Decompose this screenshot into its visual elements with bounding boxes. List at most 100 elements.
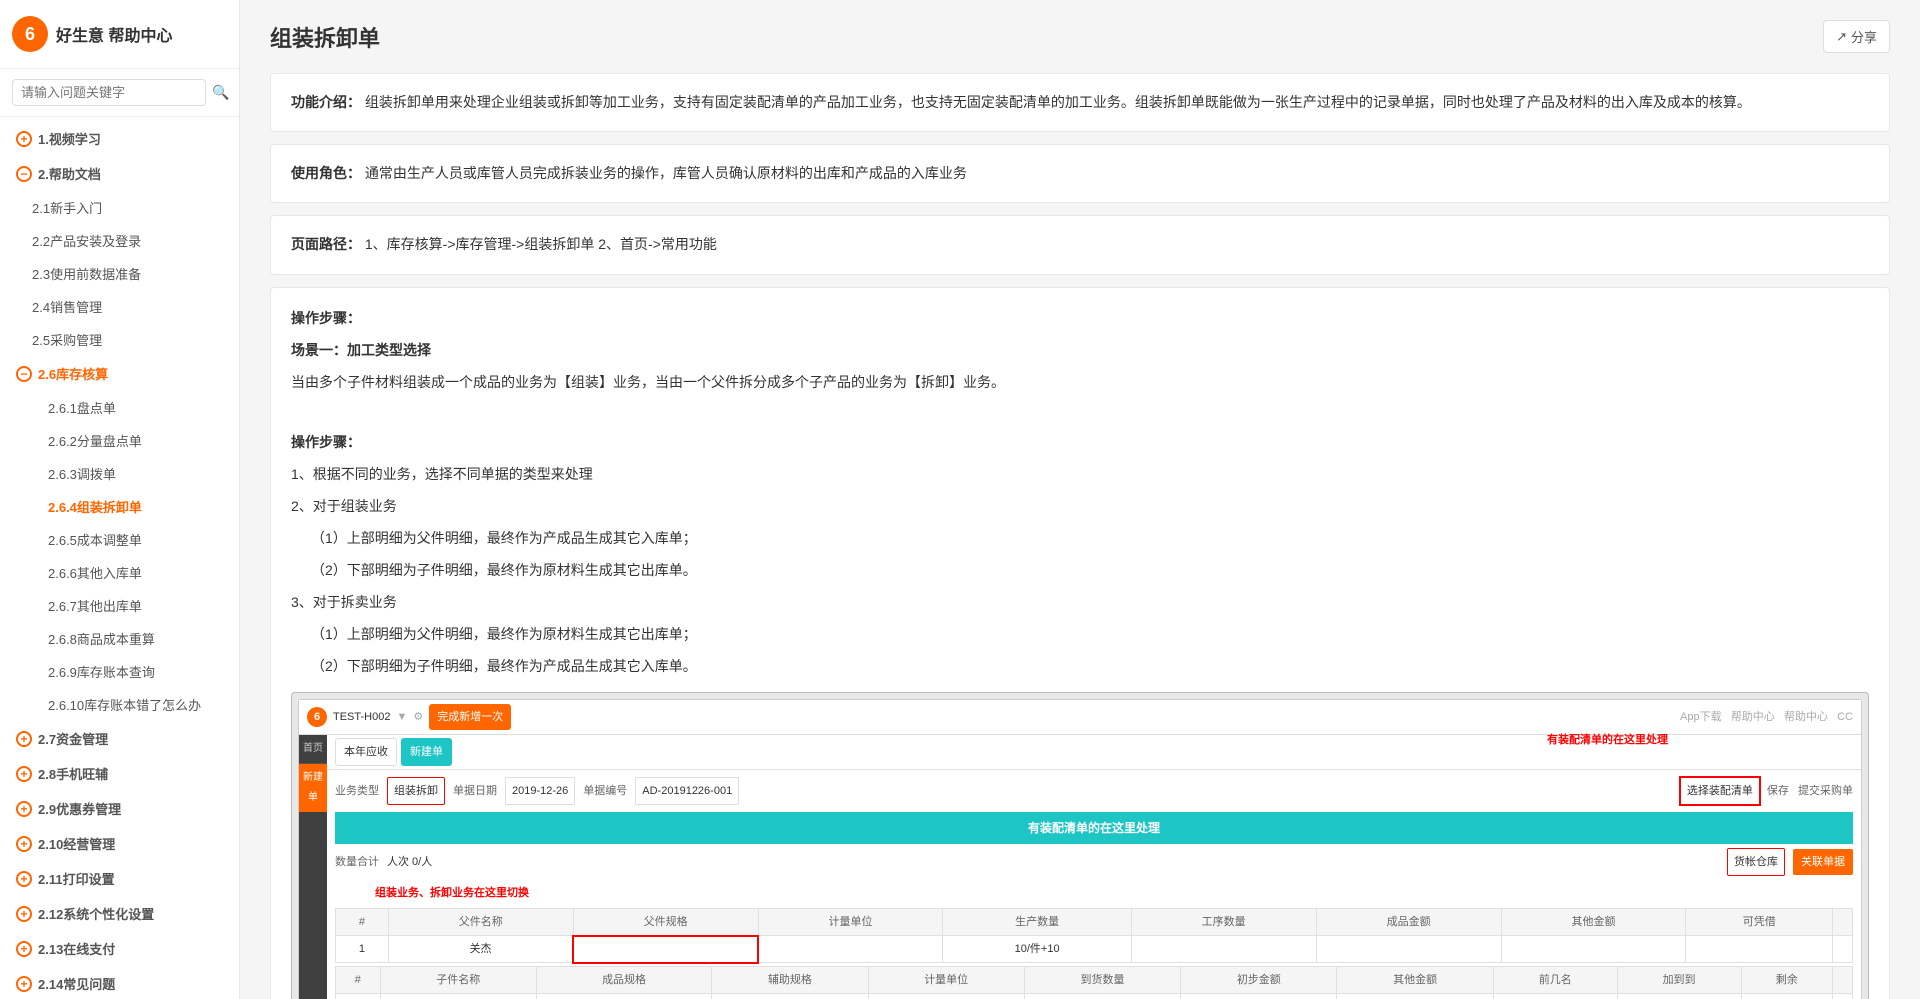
plus-icon-2-8 bbox=[16, 766, 32, 782]
mock-layout: 首页 新建单 本年应收 新建单 bbox=[299, 735, 1861, 999]
sidebar-item-2-6-10[interactable]: 2.6.10库存账本错了怎么办 bbox=[0, 688, 239, 721]
mock-th-qty: 生产数量 bbox=[943, 908, 1131, 936]
mock-date-val: 2019-12-26 bbox=[505, 777, 575, 805]
logo-area: 6 好生意 帮助中心 bbox=[0, 0, 239, 69]
sidebar-item-2-6-7[interactable]: 2.6.7其他出库单 bbox=[0, 589, 239, 622]
sidebar-label-2-12: 2.12系统个性化设置 bbox=[38, 904, 154, 923]
share-icon: ↗ bbox=[1836, 29, 1847, 45]
plus-icon-2-14 bbox=[16, 976, 32, 992]
mock-td-1-amt bbox=[1316, 936, 1501, 963]
sidebar-item-2-9[interactable]: 2.9优惠券管理 bbox=[0, 791, 239, 826]
sidebar-label-2: 2.帮助文档 bbox=[38, 164, 101, 183]
sidebar-label-2-9: 2.9优惠券管理 bbox=[38, 799, 121, 818]
mock-th-other: 其他金额 bbox=[1501, 908, 1686, 936]
step1: 1、根据不同的业务，选择不同单据的类型来处理 bbox=[291, 460, 1869, 488]
search-box: 🔍 bbox=[0, 69, 239, 117]
role-text: 通常由生产人员或库管人员完成拆装业务的操作，库管人员确认原材料的出库和产成品的入… bbox=[365, 165, 967, 181]
mock-td-1-other bbox=[1501, 936, 1686, 963]
plus-icon-1 bbox=[16, 131, 32, 147]
mock-anno-area: 组装业务、拆卸业务在这里切换 bbox=[335, 882, 1853, 904]
sidebar-item-2-6-5[interactable]: 2.6.5成本调整单 bbox=[0, 523, 239, 556]
mock-td-1-proc bbox=[1131, 936, 1316, 963]
sidebar-item-2-6[interactable]: 2.6库存核算 bbox=[0, 356, 239, 391]
mock-table-lower: # 子件名称 成品规格 辅助规格 计量单位 到货数量 初步金额 其他金额 前几名 bbox=[335, 966, 1853, 999]
sidebar-item-2-6-6[interactable]: 2.6.6其他入库单 bbox=[0, 556, 239, 589]
sidebar-item-2-6-4[interactable]: 2.6.4组装拆卸单 bbox=[0, 490, 239, 523]
sidebar-item-2-13[interactable]: 2.13在线支付 bbox=[0, 931, 239, 966]
sidebar-item-2-3[interactable]: 2.3使用前数据准备 bbox=[0, 257, 239, 290]
sidebar-item-2-12[interactable]: 2.12系统个性化设置 bbox=[0, 896, 239, 931]
mock-form-row2: 数量合计 人次 0/人 货帐仓库 关联单据 bbox=[335, 848, 1853, 876]
page-header: 组装拆卸单 ↗ 分享 bbox=[270, 20, 1890, 53]
mock-table-upper: # 父件名称 父件规格 计量单位 生产数量 工序数量 成品金额 其他金额 可凭借 bbox=[335, 908, 1853, 964]
sidebar-label-2-14: 2.14常见问题 bbox=[38, 974, 115, 993]
plus-icon-2-12 bbox=[16, 906, 32, 922]
sidebar-item-2-14[interactable]: 2.14常见问题 bbox=[0, 966, 239, 999]
sidebar-item-2-8[interactable]: 2.8手机旺辅 bbox=[0, 756, 239, 791]
step2-2: （2）下部明细为子件明细，最终作为原材料生成其它出库单。 bbox=[291, 556, 1869, 584]
plus-icon-2-11 bbox=[16, 871, 32, 887]
scene1-title: 场景一：加工类型选择 bbox=[291, 342, 431, 358]
mock-extra-btn: 保存 提交采购单 bbox=[1767, 780, 1853, 802]
sidebar-item-2-6-8[interactable]: 2.6.8商品成本重算 bbox=[0, 622, 239, 655]
mock-company-id: TEST-H002 bbox=[333, 706, 390, 728]
sidebar-item-2-10[interactable]: 2.10经营管理 bbox=[0, 826, 239, 861]
mock-window: 6 TEST-H002 ▼ ⚙ 完成新增一次 App下载 帮助中心 帮助中心 C… bbox=[298, 699, 1862, 999]
mock-type-input[interactable]: 组装拆卸 bbox=[387, 777, 445, 805]
mock-form-row1: 业务类型 组装拆卸 单据日期 2019-12-26 单据编号 AD-201912… bbox=[335, 776, 1853, 806]
role-card: 使用角色： 通常由生产人员或库管人员完成拆装业务的操作，库管人员确认原材料的出库… bbox=[270, 144, 1890, 203]
mock-tab-add[interactable]: 本年应收 bbox=[335, 738, 397, 766]
sidebar-item-2-5[interactable]: 2.5采购管理 bbox=[0, 323, 239, 356]
mock-confirm-btn[interactable]: 关联单据 bbox=[1793, 849, 1853, 875]
sidebar-item-2[interactable]: 2.帮助文档 bbox=[0, 156, 239, 191]
share-button[interactable]: ↗ 分享 bbox=[1823, 20, 1890, 53]
sidebar-item-2-2[interactable]: 2.2产品安装及登录 bbox=[0, 224, 239, 257]
sidebar-label-2-11: 2.11打印设置 bbox=[38, 869, 115, 888]
minus-icon-2 bbox=[16, 166, 32, 182]
mock-label-date: 单据日期 bbox=[453, 780, 497, 802]
mock-td-1-num: 1 bbox=[336, 936, 389, 963]
path-text: 1、库存核算->库存管理->组装拆卸单 2、首页->常用功能 bbox=[365, 236, 717, 252]
sidebar-item-2-6-3[interactable]: 2.6.3调拨单 bbox=[0, 457, 239, 490]
sidebar-item-2-6-9[interactable]: 2.6.9库存账本查询 bbox=[0, 655, 239, 688]
mock-th-spec: 父件规格 bbox=[573, 908, 758, 936]
mock-label-count: 数量合计 bbox=[335, 851, 379, 873]
search-input[interactable] bbox=[12, 79, 206, 106]
step3-2: （2）下部明细为子件明细，最终作为产成品生成其它入库单。 bbox=[291, 652, 1869, 680]
sidebar-item-2-11[interactable]: 2.11打印设置 bbox=[0, 861, 239, 896]
sidebar-item-2-1[interactable]: 2.1新手入门 bbox=[0, 191, 239, 224]
sidebar-item-2-7[interactable]: 2.7资金管理 bbox=[0, 721, 239, 756]
mock-warehouse-input[interactable]: 货帐仓库 bbox=[1727, 848, 1785, 876]
path-label: 页面路径： bbox=[291, 236, 361, 252]
logo-text: 好生意 帮助中心 bbox=[56, 22, 172, 46]
sidebar-label-2-6: 2.6库存核算 bbox=[38, 364, 108, 383]
sidebar-item-2-4[interactable]: 2.4销售管理 bbox=[0, 290, 239, 323]
step2-1: （1）上部明细为父件明细，最终作为产成品生成其它入库单； bbox=[291, 524, 1869, 552]
role-label: 使用角色： bbox=[291, 165, 361, 181]
mock-orange-cta: 完成新增一次 bbox=[429, 704, 511, 730]
mock-th-avail: 可凭借 bbox=[1686, 908, 1833, 936]
ops-steps-title: 操作步骤： bbox=[291, 434, 361, 450]
mock-green-banner: 有装配清单的在这里处理 bbox=[335, 812, 1853, 844]
sidebar-item-1[interactable]: 1.视频学习 bbox=[0, 121, 239, 156]
intro-label: 功能介绍： bbox=[291, 94, 361, 110]
page-title: 组装拆卸单 bbox=[270, 21, 380, 53]
mock-red-border-btn[interactable]: 选择装配清单 bbox=[1679, 776, 1761, 806]
mock-td-1-action bbox=[1833, 936, 1853, 963]
sidebar-item-2-6-2[interactable]: 2.6.2分量盘点单 bbox=[0, 424, 239, 457]
plus-icon-2-13 bbox=[16, 941, 32, 957]
ops-label: 操作步骤： bbox=[291, 310, 361, 326]
search-button[interactable]: 🔍 bbox=[212, 84, 229, 101]
sidebar-item-2-6-1[interactable]: 2.6.1盘点单 bbox=[0, 391, 239, 424]
mock-th-proc: 工序数量 bbox=[1131, 908, 1316, 936]
mock-tab-active[interactable]: 新建单 bbox=[401, 738, 452, 766]
mock-table-row-1: 1 关杰 10/件+10 bbox=[336, 936, 1853, 963]
mock-td-1-qty: 10/件+10 bbox=[943, 936, 1131, 963]
mock-topbar: 6 TEST-H002 ▼ ⚙ 完成新增一次 App下载 帮助中心 帮助中心 C… bbox=[299, 700, 1861, 735]
mock-th-name: 父件名称 bbox=[388, 908, 573, 936]
mock-label-no: 单据编号 bbox=[583, 780, 627, 802]
mock-screenshot: 6 TEST-H002 ▼ ⚙ 完成新增一次 App下载 帮助中心 帮助中心 C… bbox=[291, 692, 1869, 999]
mock-form-area: 业务类型 组装拆卸 单据日期 2019-12-26 单据编号 AD-201912… bbox=[327, 770, 1861, 999]
share-label: 分享 bbox=[1851, 27, 1877, 46]
mock-count-val: 人次 0/人 bbox=[387, 851, 432, 873]
